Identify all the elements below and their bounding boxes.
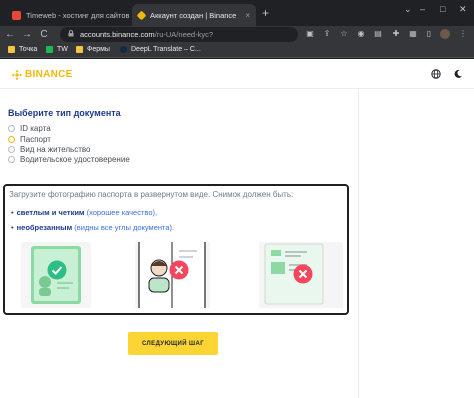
extensions-puzzle-icon[interactable]: ✚ (391, 29, 401, 39)
browser-tab-strip: Timeweb - хостинг для сайтов и... × Акка… (0, 0, 474, 26)
content-divider (358, 90, 359, 398)
tab-title: Timeweb - хостинг для сайтов и... (26, 10, 130, 20)
back-button[interactable]: ← (3, 29, 17, 40)
binance-logo-icon (12, 69, 22, 80)
option-label: Водительское удостоверение (20, 155, 130, 164)
option-label: ID карта (20, 124, 51, 133)
option-drivers-license[interactable]: Водительское удостоверение (8, 155, 130, 164)
bookmarks-bar: Точка TW Фермы DeepL Translate – С... (0, 43, 474, 58)
bookmark-label: Фермы (87, 46, 110, 53)
example-blurry-photo (259, 242, 343, 308)
check-icon (47, 260, 67, 280)
option-passport[interactable]: Паспорт (8, 135, 51, 144)
folder-icon (76, 46, 83, 53)
tw-favicon-icon (46, 46, 53, 53)
radio-button[interactable] (8, 146, 15, 153)
logo-text: BINANCE (25, 69, 73, 80)
bookmark-deepl[interactable]: DeepL Translate – С... (120, 46, 201, 53)
lock-icon (68, 30, 74, 39)
requirement-hint: (видны все углы документа). (74, 223, 175, 232)
cross-icon (169, 260, 189, 280)
bookmark-tw[interactable]: TW (46, 46, 68, 53)
menu-kebab-icon[interactable]: ⋮ (458, 29, 468, 39)
bookmark-tochka[interactable]: Точка (8, 46, 37, 53)
tab-close-icon[interactable]: × (241, 11, 250, 20)
tab-title: Аккаунт создан | Binance (150, 10, 237, 20)
cross-icon (293, 264, 313, 284)
page-content: BINANCE Выберите тип документа ID карта … (0, 59, 474, 398)
reload-button[interactable]: C (37, 29, 51, 40)
new-tab-button[interactable]: + (262, 6, 269, 20)
upload-instructions-panel: Загрузите фотографию паспорта в разверну… (3, 184, 349, 315)
moon-icon[interactable] (453, 69, 463, 79)
bullet-dot-icon: • (11, 208, 14, 217)
radio-button[interactable] (8, 156, 15, 163)
bullet-dot-icon: • (11, 223, 14, 232)
example-cropped-photo (135, 242, 210, 308)
requirement-strong: светлым и четким (16, 208, 85, 217)
binance-favicon-icon (136, 10, 147, 20)
profile-avatar[interactable] (440, 29, 450, 39)
requirement-hint: (хорошее качество), (86, 208, 158, 217)
option-label: Паспорт (20, 135, 51, 144)
sidebar-icon[interactable]: ▯ (424, 29, 434, 39)
option-label: Вид на жительство (20, 145, 91, 154)
reading-list-icon[interactable]: ▦ (408, 29, 418, 39)
bookmark-fermy[interactable]: Фермы (76, 46, 110, 53)
next-step-button[interactable]: СЛЕДУЮЩИЙ ШАГ (128, 332, 218, 355)
extension-icon[interactable]: ◉ (356, 29, 366, 39)
requirement-strong: необрезанным (16, 223, 73, 232)
tab-timeweb[interactable]: Timeweb - хостинг для сайтов и... × (6, 4, 130, 26)
requirement-bright: • светлым и четким (хорошее качество), (11, 208, 157, 217)
radio-button[interactable] (8, 125, 15, 132)
bookmark-label: DeepL Translate – С... (131, 46, 201, 53)
forward-button[interactable]: → (20, 29, 34, 40)
option-id-card[interactable]: ID карта (8, 124, 51, 133)
folder-icon (8, 46, 15, 53)
timeweb-favicon-icon (12, 10, 21, 20)
option-residence-permit[interactable]: Вид на жительство (8, 145, 90, 154)
instructions-text: Загрузите фотографию паспорта в разверну… (9, 190, 294, 199)
translate-icon[interactable]: ▣ (305, 29, 315, 39)
globe-icon[interactable] (431, 69, 441, 79)
maximize-button[interactable]: □ (440, 4, 445, 14)
address-path: /ru-UA/need-kyc? (154, 30, 213, 39)
binance-logo[interactable]: BINANCE (12, 69, 73, 80)
document-type-title: Выберите тип документа (8, 108, 121, 118)
example-good-photo (21, 242, 91, 308)
extension-green-icon[interactable]: ▤ (373, 29, 383, 39)
browser-toolbar: ← → C accounts.binance.com /ru-UA/need-k… (0, 26, 474, 43)
minimize-button[interactable]: – (420, 4, 425, 14)
share-icon[interactable]: ⇪ (322, 29, 332, 39)
requirement-uncropped: • необрезанным (видны все углы документа)… (11, 223, 174, 232)
bookmark-star-icon[interactable]: ☆ (339, 29, 349, 39)
bookmark-label: Точка (19, 46, 38, 53)
site-header: BINANCE (0, 59, 474, 89)
tab-binance[interactable]: Аккаунт создан | Binance × (132, 4, 256, 26)
bookmark-label: TW (57, 46, 68, 53)
address-host: accounts.binance.com (80, 30, 155, 39)
deepl-favicon-icon (120, 46, 127, 53)
tab-search-icon[interactable]: ⌄ (404, 4, 412, 15)
close-window-button[interactable]: ✕ (459, 4, 467, 15)
radio-button[interactable] (8, 136, 15, 143)
address-bar[interactable]: accounts.binance.com /ru-UA/need-kyc? (60, 27, 298, 42)
